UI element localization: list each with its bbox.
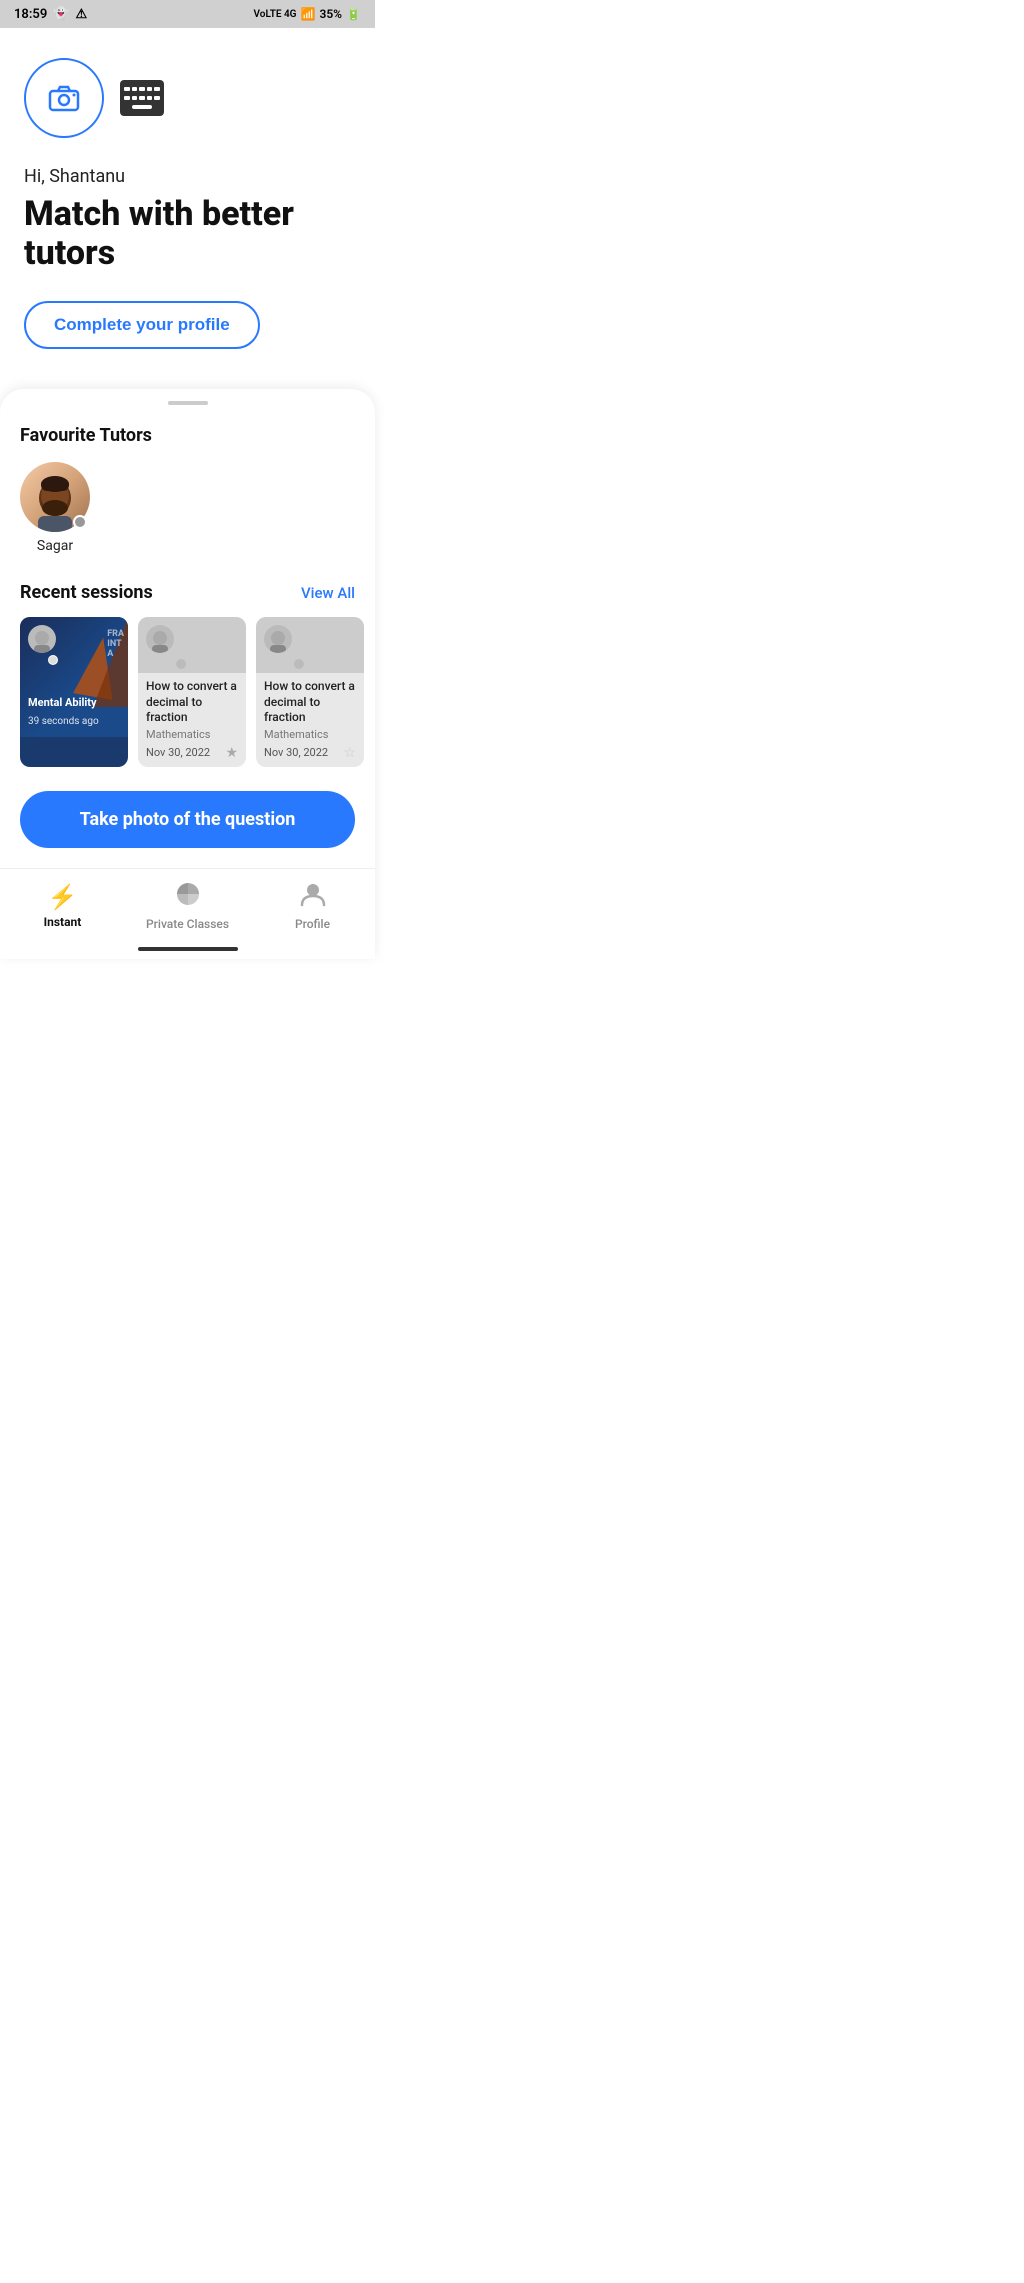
home-indicator	[0, 939, 375, 959]
camera-icon	[46, 80, 82, 116]
tutor-item[interactable]: Sagar	[20, 462, 90, 554]
session-card[interactable]: How to convert a decimal to fraction Mat…	[138, 617, 246, 767]
snapchat-icon: 👻	[53, 7, 69, 22]
nav-label-private-classes: Private Classes	[146, 917, 229, 931]
session-subject: Mathematics	[264, 728, 356, 741]
session-face-icon	[267, 629, 289, 653]
session-face-icon	[31, 629, 53, 653]
signal-icon: 📶	[301, 7, 316, 21]
status-left: 18:59 👻 ⚠	[14, 7, 87, 22]
session-face-icon	[149, 629, 171, 653]
session-card[interactable]: How to convert a decimal to fraction Mat…	[256, 617, 364, 767]
tutors-row: Sagar	[0, 462, 375, 554]
view-all-link[interactable]: View All	[301, 584, 355, 602]
headline-text: Match with better tutors	[24, 195, 351, 273]
bottom-nav: ⚡ Instant Private Classes	[0, 868, 375, 939]
nav-item-private-classes[interactable]: Private Classes	[125, 881, 250, 931]
session-date: Nov 30, 2022	[264, 746, 328, 759]
session-card[interactable]: FRAINTA Mental Ability 39 seconds ago	[20, 617, 128, 767]
private-classes-icon	[175, 881, 201, 913]
keyboard-icon[interactable]	[120, 80, 164, 116]
warning-icon: ⚠	[75, 7, 87, 22]
indicator-dot	[176, 659, 186, 669]
avatar-row	[24, 58, 351, 138]
session-card-image: FRAINTA Mental Ability 39 seconds ago	[20, 617, 128, 737]
tutor-avatar-wrap	[20, 462, 90, 532]
tutor-name: Sagar	[37, 538, 73, 554]
recent-sessions-header: Recent sessions View All	[0, 582, 375, 603]
recent-sessions-title: Recent sessions	[20, 582, 153, 603]
session-subject: Mathematics	[146, 728, 238, 741]
session-avatar	[264, 625, 292, 653]
network-label: VoLTE 4G	[254, 9, 297, 20]
nav-item-profile[interactable]: Profile	[250, 881, 375, 931]
status-time: 18:59	[14, 7, 47, 22]
session-avatar	[28, 625, 56, 653]
online-status-dot	[73, 515, 87, 529]
top-section: Hi, Shantanu Match with better tutors Co…	[0, 28, 375, 389]
session-date-row: Nov 30, 2022 ★	[146, 745, 238, 761]
star-icon[interactable]: ☆	[343, 745, 356, 761]
session-date: Nov 30, 2022	[146, 746, 210, 759]
greeting-text: Hi, Shantanu	[24, 166, 351, 187]
star-icon[interactable]: ★	[225, 745, 238, 761]
indicator-dot	[294, 659, 304, 669]
nav-label-profile: Profile	[295, 917, 330, 931]
take-photo-button[interactable]: Take photo of the question	[20, 791, 355, 848]
session-title: How to convert a decimal to fraction	[146, 679, 238, 726]
complete-profile-button[interactable]: Complete your profile	[24, 301, 260, 349]
session-card-text: How to convert a decimal to fraction Mat…	[256, 673, 364, 767]
session-title: How to convert a decimal to fraction	[264, 679, 356, 726]
battery-icon: 🔋	[346, 7, 361, 21]
session-card-image	[256, 617, 364, 673]
camera-avatar[interactable]	[24, 58, 104, 138]
home-bar	[138, 947, 238, 951]
drag-handle[interactable]	[168, 401, 208, 405]
nav-item-instant[interactable]: ⚡ Instant	[0, 883, 125, 929]
session-card-text: How to convert a decimal to fraction Mat…	[138, 673, 246, 767]
nav-label-instant: Instant	[44, 915, 82, 929]
session-card-image	[138, 617, 246, 673]
card-title-overlay: Mental Ability	[28, 696, 97, 709]
session-avatar	[146, 625, 174, 653]
status-bar: 18:59 👻 ⚠ VoLTE 4G 📶 35% 🔋	[0, 0, 375, 28]
battery-label: 35%	[319, 7, 342, 21]
card-time-overlay: 39 seconds ago	[28, 716, 99, 727]
status-right: VoLTE 4G 📶 35% 🔋	[254, 7, 361, 21]
favourite-tutors-title: Favourite Tutors	[0, 425, 375, 446]
session-date-row: Nov 30, 2022 ☆	[264, 745, 356, 761]
profile-icon	[300, 881, 326, 913]
bottom-panel: Favourite Tutors	[0, 389, 375, 959]
instant-icon: ⚡	[48, 883, 78, 911]
sessions-row: FRAINTA Mental Ability 39 seconds ago	[0, 617, 375, 767]
